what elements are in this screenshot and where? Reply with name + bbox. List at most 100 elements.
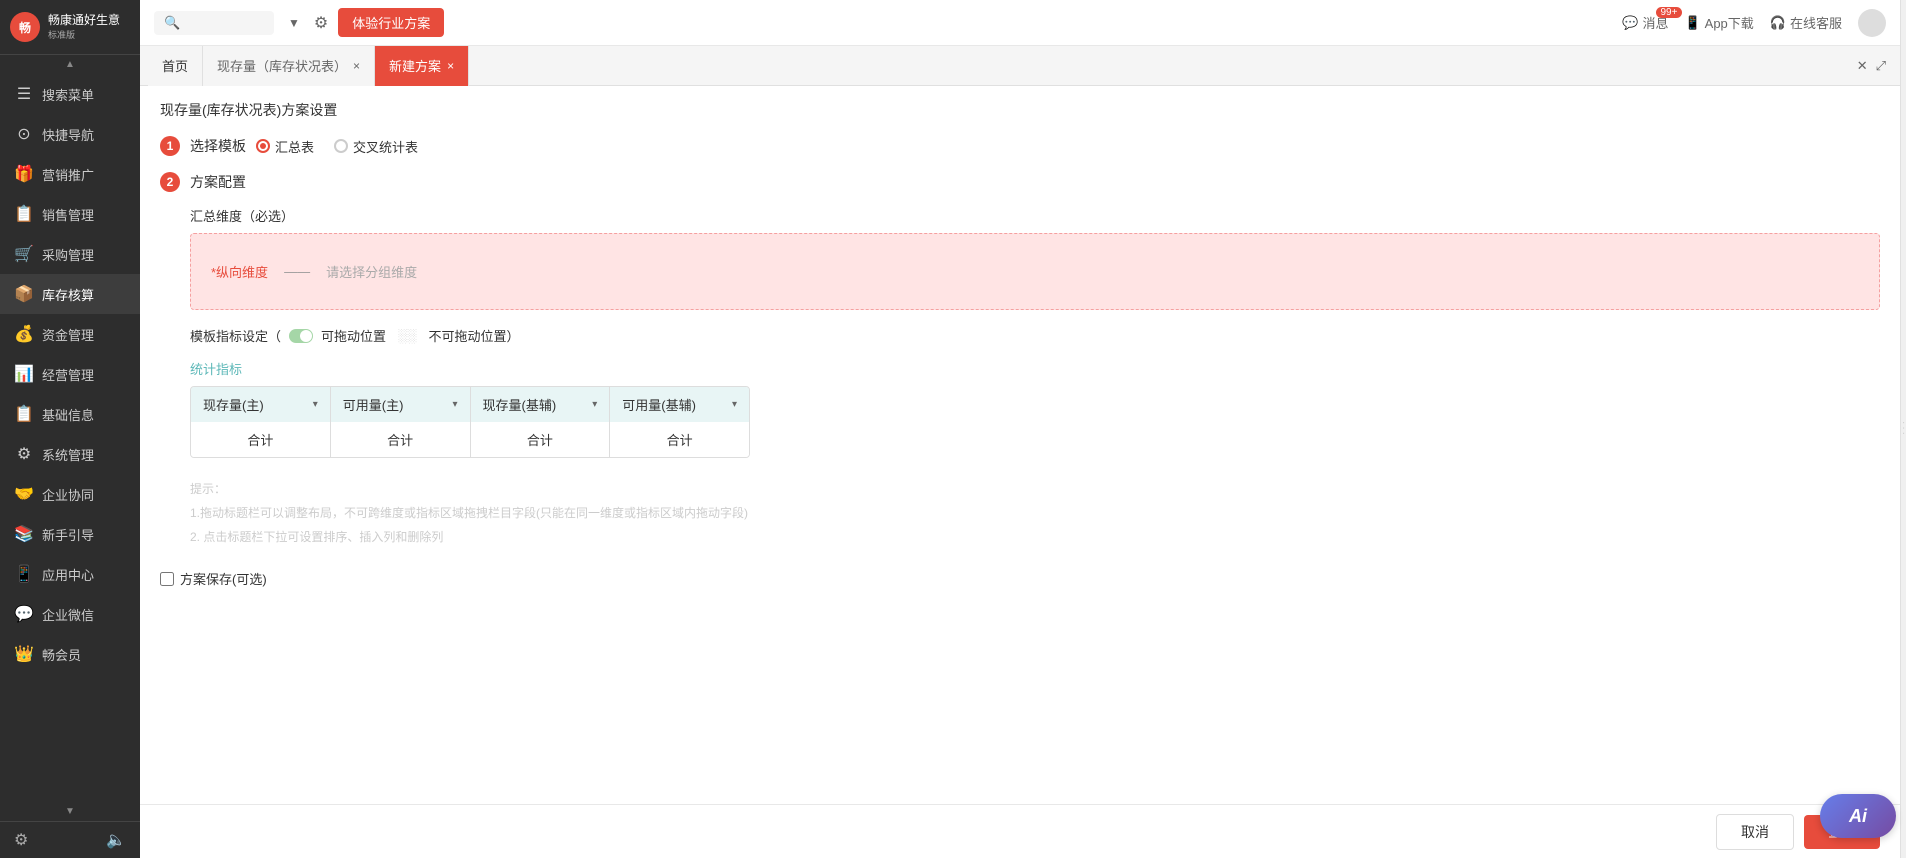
- stats-col-0[interactable]: 现存量(主) ▾: [191, 387, 331, 422]
- basic-info-icon: 📋: [14, 404, 34, 424]
- sidebar-item-basic-info[interactable]: 📋 基础信息: [0, 394, 140, 434]
- template-cross[interactable]: 交叉统计表: [334, 137, 418, 156]
- right-resize-handle[interactable]: ···: [1900, 0, 1906, 858]
- sidebar-item-label: 企业协同: [42, 485, 94, 504]
- draggable-label: 可拖动位置: [321, 326, 386, 345]
- stats-col-1-label: 可用量(主): [343, 395, 404, 414]
- draggable-toggle[interactable]: [289, 329, 313, 343]
- page-content: 现存量(库存状况表)方案设置 1 选择模板 汇总表 交叉统计表: [140, 86, 1900, 804]
- tab-new-scheme-label: 新建方案: [389, 56, 441, 75]
- sidebar-item-label: 基础信息: [42, 405, 94, 424]
- topbar-app-download[interactable]: 📱 App下载: [1684, 13, 1753, 32]
- sidebar-item-guide[interactable]: 📚 新手引导: [0, 514, 140, 554]
- settings-icon[interactable]: ⚙: [14, 830, 28, 850]
- operations-icon: 📊: [14, 364, 34, 384]
- cross-radio-dot: [334, 139, 348, 153]
- sidebar-item-wechat[interactable]: 💬 企业微信: [0, 594, 140, 634]
- sales-icon: 📋: [14, 204, 34, 224]
- stats-col-3-label: 可用量(基辅): [622, 395, 696, 414]
- sidebar-item-quick-nav[interactable]: ⊙ 快捷导航: [0, 114, 140, 154]
- sidebar-item-purchase[interactable]: 🛒 采购管理: [0, 234, 140, 274]
- dimension-area[interactable]: *纵向维度 —— 请选择分组维度: [190, 233, 1880, 310]
- tab-new-scheme-close-icon[interactable]: ×: [447, 59, 454, 73]
- section-choose-template: 1 选择模板 汇总表 交叉统计表: [160, 136, 1880, 156]
- sidebar-item-label: 应用中心: [42, 565, 94, 584]
- tip2: 2. 点击标题栏下拉可设置排序、插入列和删除列: [190, 525, 1880, 549]
- wechat-icon: 💬: [14, 604, 34, 624]
- section1-header: 1 选择模板 汇总表 交叉统计表: [160, 136, 1880, 156]
- tab-bar: 首页 现存量（库存状况表） × 新建方案 × ✕ ⤢: [140, 46, 1900, 86]
- topbar-message[interactable]: 💬 消息 99+: [1622, 13, 1668, 32]
- search-menu-icon: ☰: [14, 84, 34, 104]
- topbar-search-box[interactable]: 🔍: [154, 11, 274, 35]
- resize-dots: ···: [1898, 421, 1906, 437]
- save-label: 方案保存(可选): [180, 569, 267, 588]
- sidebar-item-app-center[interactable]: 📱 应用中心: [0, 554, 140, 594]
- app-edition: 标准版: [48, 28, 120, 41]
- stats-col-3[interactable]: 可用量(基辅) ▾: [610, 387, 749, 422]
- sidebar-scroll-down[interactable]: ▼: [0, 802, 140, 821]
- sidebar: 畅 畅康通好生意 标准版 ▲ ☰ 搜索菜单 ⊙ 快捷导航 🎁 营销推广 📋 销售…: [0, 0, 140, 858]
- sidebar-item-search-menu[interactable]: ☰ 搜索菜单: [0, 74, 140, 114]
- section1-label: 选择模板: [190, 136, 246, 156]
- tab-home-label: 首页: [162, 56, 188, 75]
- sidebar-item-operations[interactable]: 📊 经营管理: [0, 354, 140, 394]
- topbar: 🔍 ▼ ⚙ 体验行业方案 💬 消息 99+ 📱 App下载 🎧 在线客服: [140, 0, 1900, 46]
- stats-table: 现存量(主) ▾ 可用量(主) ▾ 现存量(基辅) ▾: [190, 386, 750, 458]
- close-panel-icon[interactable]: ✕: [1857, 58, 1868, 74]
- purchase-icon: 🛒: [14, 244, 34, 264]
- cancel-button[interactable]: 取消: [1716, 814, 1794, 850]
- sidebar-item-label: 资金管理: [42, 325, 94, 344]
- save-checkbox[interactable]: [160, 572, 174, 586]
- sound-icon[interactable]: 🔈: [106, 830, 126, 850]
- template-radio-group: 汇总表 交叉统计表: [256, 137, 418, 156]
- trial-button[interactable]: 体验行业方案: [338, 8, 444, 37]
- sidebar-item-label: 营销推广: [42, 165, 94, 184]
- tab-inventory-close-icon[interactable]: ×: [353, 59, 360, 73]
- stats-cell-0-0: 合计: [191, 422, 331, 457]
- tab-new-scheme[interactable]: 新建方案 ×: [375, 46, 469, 86]
- tab-inventory-label: 现存量（库存状况表）: [217, 56, 347, 75]
- tips-section: 提示： 1.拖动标题栏可以调整布局，不可跨维度或指标区域拖拽栏目字段(只能在同一…: [190, 477, 1880, 549]
- app-icon: 📱: [1684, 15, 1700, 31]
- sidebar-logo: 畅 畅康通好生意 标准版: [0, 0, 140, 55]
- ai-button[interactable]: Ai: [1820, 794, 1896, 838]
- indicator-label-text: 模板指标设定（: [190, 326, 281, 345]
- summary-dimension-title: 汇总维度（必选）: [190, 206, 1880, 225]
- sidebar-item-enterprise[interactable]: 🤝 企业协同: [0, 474, 140, 514]
- sidebar-item-system[interactable]: ⚙ 系统管理: [0, 434, 140, 474]
- finance-icon: 💰: [14, 324, 34, 344]
- marketing-icon: 🎁: [14, 164, 34, 184]
- stats-col-2-label: 现存量(基辅): [483, 395, 557, 414]
- app-center-icon: 📱: [14, 564, 34, 584]
- sidebar-item-member[interactable]: 👑 畅会员: [0, 634, 140, 674]
- expand-panel-icon[interactable]: ⤢: [1876, 58, 1886, 74]
- sidebar-item-finance[interactable]: 💰 资金管理: [0, 314, 140, 354]
- section1-number: 1: [160, 136, 180, 156]
- stats-cell-0-2: 合计: [471, 422, 611, 457]
- enterprise-icon: 🤝: [14, 484, 34, 504]
- logo-text-block: 畅康通好生意 标准版: [48, 13, 120, 42]
- tab-inventory-status[interactable]: 现存量（库存状况表） ×: [203, 46, 375, 86]
- search-input[interactable]: [186, 16, 266, 30]
- tab-home[interactable]: 首页: [148, 46, 203, 86]
- required-label: *纵向维度: [211, 262, 268, 281]
- template-summary[interactable]: 汇总表: [256, 137, 314, 156]
- stats-col-1[interactable]: 可用量(主) ▾: [331, 387, 471, 422]
- indicator-separator: ░░: [398, 328, 416, 343]
- topbar-dropdown-button[interactable]: ▼: [284, 14, 304, 32]
- summary-radio-dot: [256, 139, 270, 153]
- stats-col-2[interactable]: 现存量(基辅) ▾: [471, 387, 611, 422]
- sidebar-item-sales[interactable]: 📋 销售管理: [0, 194, 140, 234]
- topbar-gear-icon[interactable]: ⚙: [314, 13, 328, 33]
- sidebar-bottom: ⚙ 🔈: [0, 821, 140, 858]
- topbar-service[interactable]: 🎧 在线客服: [1770, 13, 1842, 32]
- member-icon: 👑: [14, 644, 34, 664]
- sidebar-item-inventory[interactable]: 📦 库存核算: [0, 274, 140, 314]
- app-name: 畅康通好生意: [48, 13, 120, 29]
- stats-section: 统计指标 现存量(主) ▾ 可用量(主) ▾: [190, 359, 1880, 461]
- sidebar-item-marketing[interactable]: 🎁 营销推广: [0, 154, 140, 194]
- user-avatar[interactable]: [1858, 9, 1886, 37]
- sidebar-item-label: 快捷导航: [42, 125, 94, 144]
- sidebar-scroll-up[interactable]: ▲: [0, 55, 140, 74]
